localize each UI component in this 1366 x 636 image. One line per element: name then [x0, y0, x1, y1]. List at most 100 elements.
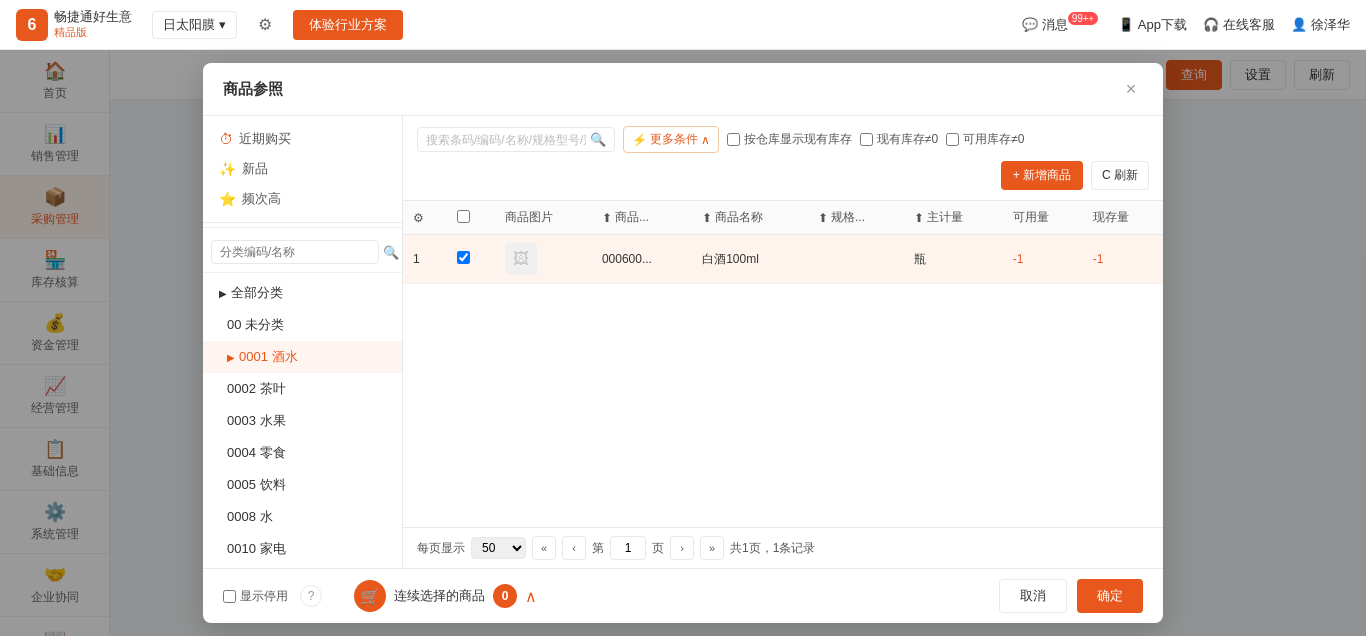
left-panel: ⏱ 近期购买 ✨ 新品 ⭐ 频次高: [203, 116, 403, 568]
category-0001[interactable]: ▶ 0001 酒水: [203, 341, 402, 373]
page-prev-btn[interactable]: ‹: [562, 536, 586, 560]
app-icon: 📱: [1118, 17, 1134, 32]
modal-overlay: 商品参照 × ⏱ 近期购买 ✨ 新品: [0, 50, 1366, 636]
refresh-product-button[interactable]: C 刷新: [1091, 161, 1149, 190]
help-icon[interactable]: ?: [300, 585, 322, 607]
right-panel: 🔍 ⚡ 更多条件 ∧ 按仓库显示现有库存: [403, 116, 1163, 568]
pagination: 每页显示 50 100 200 « ‹ 第 页 ›: [403, 527, 1163, 568]
new-products-tab[interactable]: ✨ 新品: [211, 154, 394, 184]
page-suffix: 页: [652, 540, 664, 557]
category-00[interactable]: 00 未分类: [203, 309, 402, 341]
nav-service[interactable]: 🎧 在线客服: [1203, 16, 1275, 34]
cart-icon[interactable]: 🛒: [354, 580, 386, 612]
category-0010[interactable]: 0010 家电: [203, 533, 402, 565]
sort-icon-unit: ⬆: [914, 211, 924, 225]
top-nav: 6 畅捷通好生意 精品版 日太阳膜 ▾ ⚙ 体验行业方案 💬 消息 99++ 📱…: [0, 0, 1366, 50]
nav-dropdown[interactable]: 日太阳膜 ▾: [152, 11, 237, 39]
logo-text: 畅捷通好生意 精品版: [54, 9, 132, 41]
category-0004[interactable]: 0004 零食: [203, 437, 402, 469]
toolbar: 🔍 ⚡ 更多条件 ∧ 按仓库显示现有库存: [403, 116, 1163, 201]
sort-icon: ⬆: [602, 211, 612, 225]
row-checkbox[interactable]: [457, 251, 470, 264]
th-spec[interactable]: ⬆ 规格...: [808, 201, 904, 235]
page-label: 第: [592, 540, 604, 557]
th-name[interactable]: ⬆ 商品名称: [692, 201, 808, 235]
category-0005[interactable]: 0005 饮料: [203, 469, 402, 501]
confirm-button[interactable]: 确定: [1077, 579, 1143, 613]
recent-purchase-tab[interactable]: ⏱ 近期购买: [211, 124, 394, 154]
page-input[interactable]: [610, 536, 646, 560]
add-product-button[interactable]: + 新增商品: [1001, 161, 1083, 190]
checkbox-warehouse[interactable]: 按仓库显示现有库存: [727, 131, 852, 148]
message-icon: 💬: [1022, 17, 1038, 32]
page-last-btn[interactable]: »: [700, 536, 724, 560]
product-table-wrap: ⚙ 商品图片 ⬆ 商品...: [403, 201, 1163, 527]
select-all-checkbox[interactable]: [457, 210, 470, 223]
cancel-button[interactable]: 取消: [999, 579, 1067, 613]
chevron-down-icon: ▾: [219, 17, 226, 32]
modal-footer: 显示停用 ? 🛒 连续选择的商品 0 ∧ 取消 确定: [203, 568, 1163, 623]
page-next-btn[interactable]: ›: [670, 536, 694, 560]
arrow-icon: ▶: [219, 288, 227, 299]
cell-name: 白酒100ml: [692, 235, 808, 284]
sort-icon-spec: ⬆: [818, 211, 828, 225]
modal-header: 商品参照 ×: [203, 63, 1163, 116]
experience-btn[interactable]: 体验行业方案: [293, 10, 403, 40]
recent-icon: ⏱: [219, 131, 233, 147]
cell-checkbox[interactable]: [447, 235, 494, 284]
search-input-wrap: 🔍: [417, 127, 615, 152]
th-code[interactable]: ⬆ 商品...: [592, 201, 692, 235]
cell-index: 1: [403, 235, 447, 284]
page-first-btn[interactable]: «: [532, 536, 556, 560]
category-all[interactable]: ▶ 全部分类: [203, 277, 402, 309]
th-avail: 可用量: [1003, 201, 1083, 235]
category-search-input[interactable]: [211, 240, 379, 264]
warehouse-checkbox[interactable]: [727, 133, 740, 146]
checkbox-avail-ne0[interactable]: 可用库存≠0: [946, 131, 1024, 148]
nav-right: 💬 消息 99++ 📱 App下载 🎧 在线客服 👤 徐泽华: [1022, 16, 1350, 34]
footer-cart: 🛒 连续选择的商品 0 ∧: [354, 580, 537, 612]
th-stock: 现存量: [1083, 201, 1163, 235]
category-0003[interactable]: 0003 水果: [203, 405, 402, 437]
search-input[interactable]: [426, 133, 586, 147]
left-panel-tabs: ⏱ 近期购买 ✨ 新品 ⭐ 频次高: [203, 116, 402, 223]
cart-collapse-icon[interactable]: ∧: [525, 587, 537, 606]
message-badge: 99++: [1068, 12, 1098, 25]
stock-ne0-checkbox[interactable]: [860, 133, 873, 146]
category-0002[interactable]: 0002 茶叶: [203, 373, 402, 405]
avail-ne0-checkbox[interactable]: [946, 133, 959, 146]
logo-area: 6 畅捷通好生意 精品版: [16, 9, 132, 41]
disabled-checkbox[interactable]: [223, 590, 236, 603]
arrow-icon-0001: ▶: [227, 352, 235, 363]
show-disabled-checkbox[interactable]: 显示停用: [223, 588, 288, 605]
category-0008[interactable]: 0008 水: [203, 501, 402, 533]
cell-code: 000600...: [592, 235, 692, 284]
nav-user[interactable]: 👤 徐泽华: [1291, 16, 1350, 34]
per-page-select[interactable]: 50 100 200: [471, 537, 526, 559]
nav-message[interactable]: 💬 消息 99++: [1022, 16, 1102, 34]
th-checkbox[interactable]: [447, 201, 494, 235]
nav-gear-icon[interactable]: ⚙: [249, 9, 281, 41]
table-row[interactable]: 1 🖼 000600... 白酒100ml 瓶: [403, 235, 1163, 284]
th-settings[interactable]: ⚙: [403, 201, 447, 235]
toolbar-right: + 新增商品 C 刷新: [1001, 161, 1149, 190]
sort-icon-name: ⬆: [702, 211, 712, 225]
filter-icon: ⚡: [632, 133, 647, 147]
star-icon: ⭐: [219, 191, 236, 207]
service-icon: 🎧: [1203, 17, 1219, 32]
cell-spec: [808, 235, 904, 284]
filter-btn[interactable]: ⚡ 更多条件 ∧: [623, 126, 719, 153]
frequent-tab[interactable]: ⭐ 频次高: [211, 184, 394, 214]
content-area: 查询 设置 刷新 商品参照 × ⏱: [110, 50, 1366, 636]
th-image: 商品图片: [495, 201, 592, 235]
cell-avail: -1: [1003, 235, 1083, 284]
nav-app-download[interactable]: 📱 App下载: [1118, 16, 1187, 34]
category-search-icon[interactable]: 🔍: [383, 245, 399, 260]
th-unit[interactable]: ⬆ 主计量: [904, 201, 1003, 235]
product-image: 🖼: [505, 243, 537, 275]
cell-image: 🖼: [495, 235, 592, 284]
user-icon: 👤: [1291, 17, 1307, 32]
search-icon[interactable]: 🔍: [590, 132, 606, 147]
modal-close-button[interactable]: ×: [1119, 77, 1143, 101]
checkbox-stock-ne0[interactable]: 现有库存≠0: [860, 131, 938, 148]
